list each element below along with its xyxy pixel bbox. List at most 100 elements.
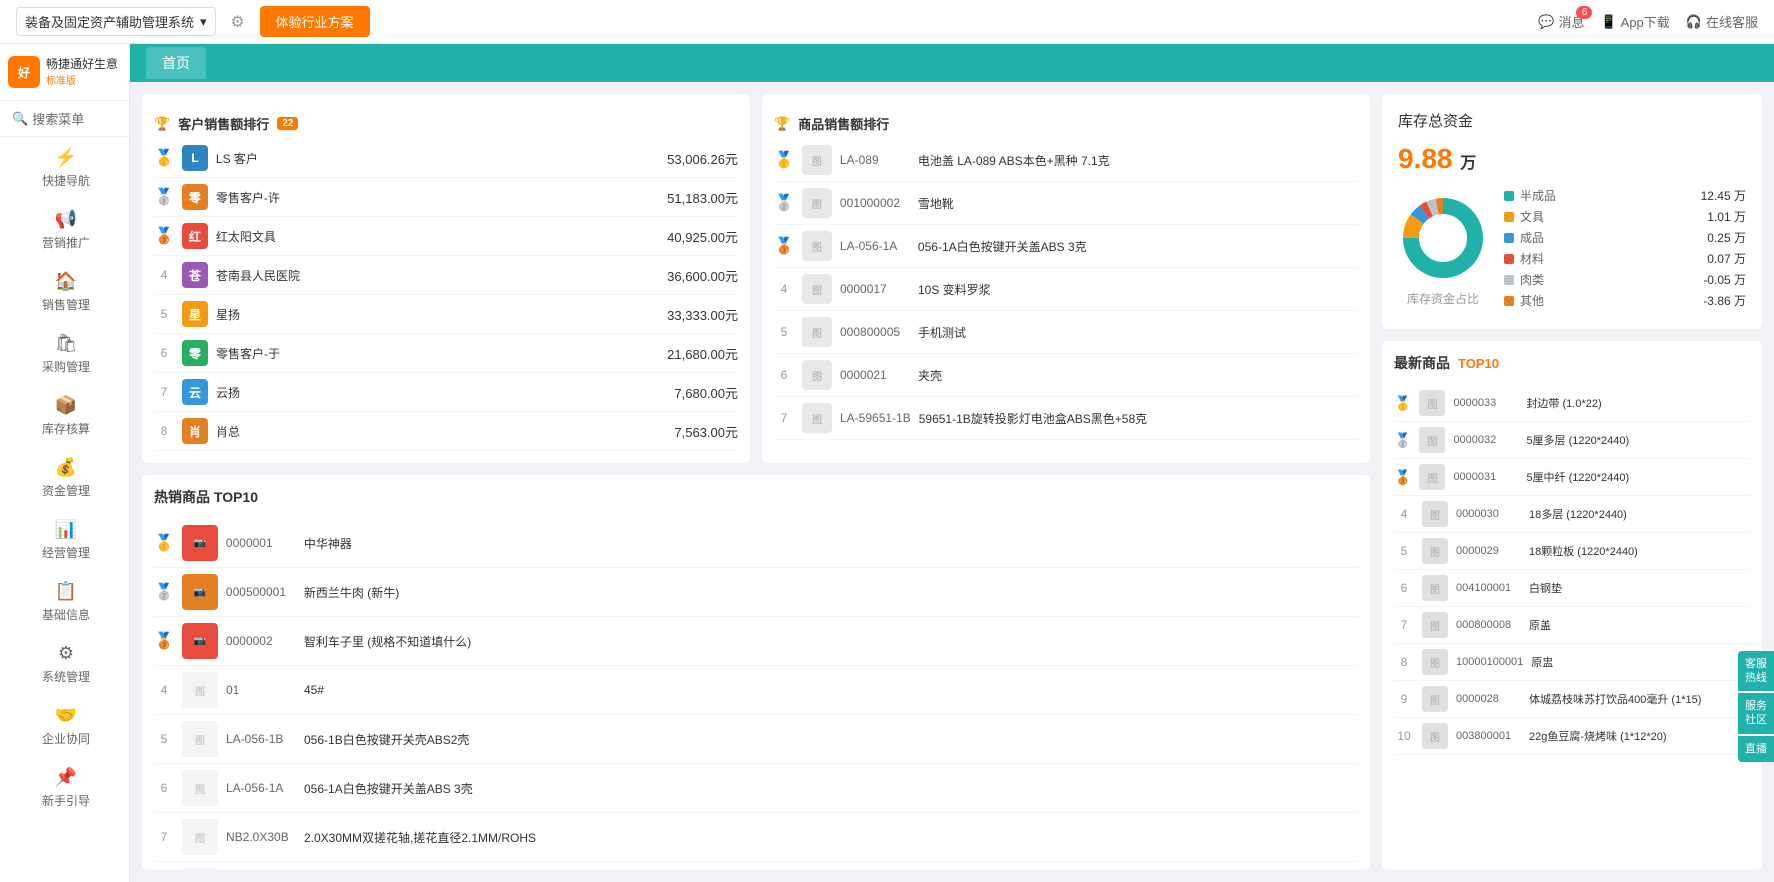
rank-number: 4 <box>154 268 174 282</box>
inventory-title: 库存总资金 <box>1398 110 1746 131</box>
top-bar-right: 💬 消息 6 📱 App下载 🎧 在线客服 <box>1538 12 1758 31</box>
hot-products-card: 热销商品 TOP10 🥇 📷 0000001 中华神器 🥈 📷 00050000… <box>142 475 1370 870</box>
medal-gold-icon: 🥇 <box>774 150 794 170</box>
legend-label: 文具 <box>1520 208 1701 225</box>
message-button[interactable]: 💬 消息 6 <box>1538 12 1584 31</box>
sidebar-item-guide[interactable]: 📌 新手引导 <box>0 757 129 819</box>
rank-number: 8 <box>154 424 174 438</box>
rank-number: 7 <box>774 411 794 425</box>
search-menu-label: 搜索菜单 <box>32 109 84 128</box>
product-code: LA-089 <box>840 153 910 167</box>
product-code: 0000033 <box>1453 397 1518 409</box>
legend-label: 其他 <box>1520 292 1697 309</box>
phone-icon: 📱 <box>1600 14 1616 30</box>
product-name: 59651-1B旋转投影灯电池盒ABS黑色+58克 <box>919 410 1358 427</box>
sidebar-item-system[interactable]: ⚙ 系统管理 <box>0 633 129 695</box>
online-service-button[interactable]: 🎧 在线客服 <box>1686 12 1758 31</box>
product-code: 0000032 <box>1453 434 1518 446</box>
legend-value: -3.86 万 <box>1703 292 1746 309</box>
newest-products-card: 最新商品 TOP10 🥇 图 0000033 封边带 (1.0*22) 🥈 图 … <box>1382 341 1762 870</box>
product-name: 新西兰牛肉 (新牛) <box>304 584 1358 601</box>
product-code: 001000002 <box>840 196 910 210</box>
customer-amount: 33,333.00元 <box>667 305 738 324</box>
legend-item: 其他 -3.86 万 <box>1504 292 1746 309</box>
search-menu[interactable]: 🔍 搜索菜单 <box>0 101 129 137</box>
sidebar-item-purchase[interactable]: 🛍 采购管理 <box>0 323 129 385</box>
medal-gold-icon: 🥇 <box>1394 395 1411 412</box>
rank-number: 5 <box>154 732 174 746</box>
sidebar-item-sales[interactable]: 🏠 销售管理 <box>0 261 129 323</box>
customer-name: 红太阳文具 <box>216 228 659 245</box>
product-name: 056-1A白色按键开关盖ABS 3壳 <box>304 780 1358 797</box>
sidebar-item-operations[interactable]: 📊 经营管理 <box>0 509 129 571</box>
live-button[interactable]: 直播 <box>1738 736 1774 762</box>
medal-silver-icon: 🥈 <box>1394 432 1411 449</box>
sidebar-logo: 好 畅捷通好生意 标准版 <box>0 44 129 101</box>
product-code: LA-056-1A <box>840 239 910 253</box>
legend-item: 文具 1.01 万 <box>1504 208 1746 225</box>
medal-silver-icon: 🥈 <box>154 187 174 207</box>
nav-tab-home[interactable]: 首页 <box>146 47 206 79</box>
rank-number: 8 <box>1394 655 1414 669</box>
sidebar-item-finance[interactable]: 💰 资金管理 <box>0 447 129 509</box>
app-download-button[interactable]: 📱 App下载 <box>1600 12 1669 31</box>
list-item: 🥇 图 0000033 封边带 (1.0*22) <box>1394 385 1750 422</box>
list-item: 🥉 图 0000031 5厘中纤 (1220*2440) <box>1394 459 1750 496</box>
quick-nav-label: 快捷导航 <box>42 172 90 189</box>
customer-name: 云扬 <box>216 384 666 401</box>
product-code: 0000001 <box>226 536 296 550</box>
product-name: 22g鱼豆腐-烧烤味 (1*12*20) <box>1529 728 1750 744</box>
inventory-card: 库存总资金 9.88 万 <box>1382 94 1762 329</box>
purchase-label: 采购管理 <box>42 358 90 375</box>
product-icon: 图 <box>802 360 832 390</box>
product-icon: 图 <box>802 403 832 433</box>
customer-service-button[interactable]: 客服热线 <box>1738 651 1774 692</box>
product-code: 004100001 <box>1456 582 1521 594</box>
system-name-label: 装备及固定资产辅助管理系统 <box>25 12 194 31</box>
trophy-icon: 🏆 <box>154 116 170 132</box>
nav-bar: 首页 <box>130 44 1774 82</box>
list-item: 🥇 📷 0000001 中华神器 <box>154 519 1358 568</box>
medal-bronze-icon: 🥉 <box>154 226 174 246</box>
product-code: 000800008 <box>1456 619 1521 631</box>
list-item: 4 图 01 45# <box>154 666 1358 715</box>
system-select[interactable]: 装备及固定资产辅助管理系统 ▾ <box>16 7 216 36</box>
sidebar-item-inventory[interactable]: 📦 库存核算 <box>0 385 129 447</box>
product-thumbnail: 📷 <box>182 574 218 610</box>
product-code: 0000030 <box>1456 508 1521 520</box>
customer-name: 肖总 <box>216 423 666 440</box>
product-name: 智利车子里 (规格不知道填什么) <box>304 633 1358 650</box>
product-icon: 图 <box>1422 686 1448 712</box>
customer-ranking-list: 🥇 L LS 客户 53,006.26元 🥈 零 零售客户-许 51,183.0… <box>154 139 738 451</box>
inventory-amount: 9.88 万 <box>1398 143 1746 175</box>
product-icon: 图 <box>1419 464 1445 490</box>
legend-value: 1.01 万 <box>1707 208 1746 225</box>
sidebar-item-cooperation[interactable]: 🤝 企业协同 <box>0 695 129 757</box>
sidebar-item-quick-nav[interactable]: ⚡ 快捷导航 <box>0 137 129 199</box>
newest-products-title: 最新商品 TOP10 <box>1394 353 1750 373</box>
customer-ranking-title: 客户销售额排行 <box>178 114 269 133</box>
gear-button[interactable]: ⚙ <box>224 8 252 36</box>
legend-value: -0.05 万 <box>1703 271 1746 288</box>
table-row: 8 肖 肖总 7,563.00元 <box>154 412 738 451</box>
product-placeholder: 图 <box>182 672 218 708</box>
sales-label: 销售管理 <box>42 296 90 313</box>
customer-name: 星扬 <box>216 306 659 323</box>
sidebar-item-marketing[interactable]: 📢 营销推广 <box>0 199 129 261</box>
dashboard: 🏆 客户销售额排行 22 🥇 L LS 客户 53,006.26元 🥈 零 零售… <box>130 82 1774 882</box>
sidebar-item-base[interactable]: 📋 基础信息 <box>0 571 129 633</box>
trial-button[interactable]: 体验行业方案 <box>260 6 370 37</box>
service-community-button[interactable]: 服务社区 <box>1738 693 1774 734</box>
product-name: 原盖 <box>1529 617 1750 633</box>
product-icon: 图 <box>802 145 832 175</box>
legend-dot <box>1504 212 1514 222</box>
product-name: 18多层 (1220*2440) <box>1529 506 1750 522</box>
top-bar: 装备及固定资产辅助管理系统 ▾ ⚙ 体验行业方案 💬 消息 6 📱 App下载 … <box>0 0 1774 44</box>
customer-avatar: L <box>182 145 208 171</box>
product-thumbnail: 📷 <box>182 623 218 659</box>
trophy2-icon: 🏆 <box>774 116 790 132</box>
product-code: 0000002 <box>226 634 296 648</box>
product-name: 手机测试 <box>918 324 1358 341</box>
legend-label: 材料 <box>1520 250 1701 267</box>
customer-name: 苍南县人民医院 <box>216 267 659 284</box>
